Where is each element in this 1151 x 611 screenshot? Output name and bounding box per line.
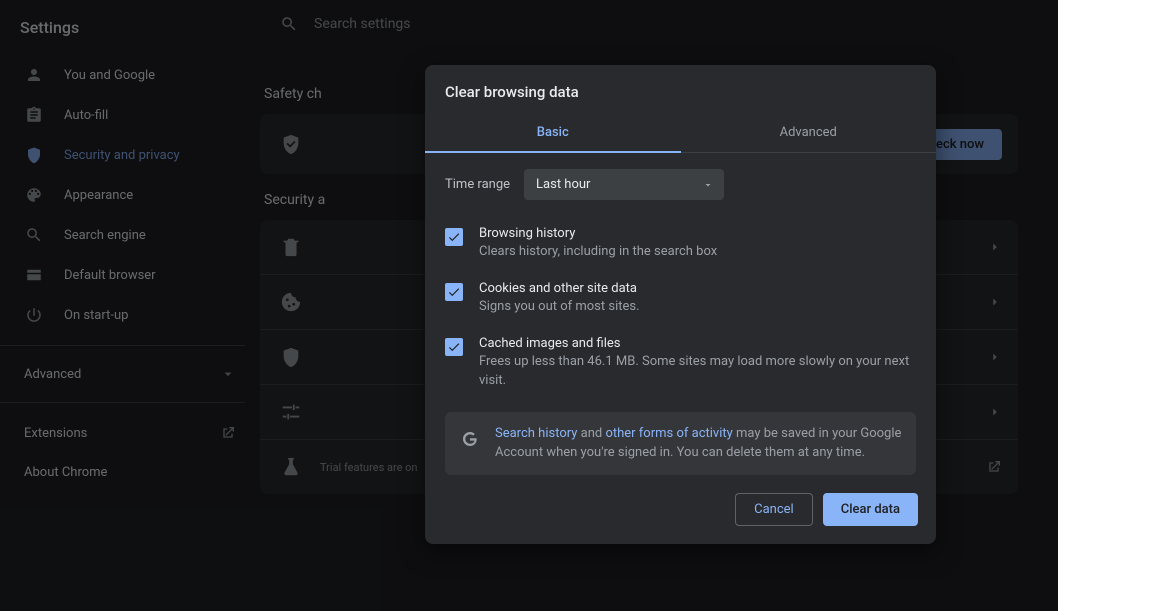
checkbox-subtitle: Clears history, including in the search … [479, 243, 717, 261]
checkbox-text: Cookies and other site data Signs you ou… [479, 281, 640, 316]
cancel-button[interactable]: Cancel [735, 493, 813, 526]
checkbox-text: Cached images and files Frees up less th… [479, 336, 916, 389]
info-mid: and [577, 426, 605, 441]
dialog-title: Clear browsing data [425, 65, 936, 115]
dialog-buttons: Cancel Clear data [425, 475, 936, 544]
checkbox-cached: Cached images and files Frees up less th… [445, 326, 916, 399]
checkbox-list: Browsing history Clears history, includi… [425, 210, 936, 404]
checkbox[interactable] [445, 283, 463, 301]
link-search-history[interactable]: Search history [495, 426, 577, 441]
dialog-tabs: Basic Advanced [425, 115, 936, 153]
time-range-row: Time range Last hour [425, 153, 936, 210]
info-text: Search history and other forms of activi… [495, 424, 902, 463]
time-range-select[interactable]: Last hour [524, 169, 724, 200]
tab-basic[interactable]: Basic [425, 115, 681, 152]
checkbox[interactable] [445, 338, 463, 356]
link-other-activity[interactable]: other forms of activity [605, 426, 732, 441]
checkbox-text: Browsing history Clears history, includi… [479, 226, 717, 261]
checkbox-title: Cookies and other site data [479, 281, 640, 296]
checkbox-title: Cached images and files [479, 336, 916, 351]
checkbox-cookies: Cookies and other site data Signs you ou… [445, 271, 916, 326]
time-range-value: Last hour [536, 177, 590, 192]
checkbox-subtitle: Frees up less than 46.1 MB. Some sites m… [479, 353, 916, 389]
clear-data-button[interactable]: Clear data [823, 493, 918, 526]
time-range-label: Time range [445, 177, 510, 192]
checkbox-subtitle: Signs you out of most sites. [479, 298, 640, 316]
checkbox-browsing-history: Browsing history Clears history, includi… [445, 216, 916, 271]
google-icon [459, 428, 481, 450]
checkbox[interactable] [445, 228, 463, 246]
google-account-info: Search history and other forms of activi… [445, 412, 916, 475]
tab-advanced[interactable]: Advanced [681, 115, 937, 152]
dropdown-arrow-icon [702, 179, 714, 191]
clear-browsing-data-dialog: Clear browsing data Basic Advanced Time … [425, 65, 936, 544]
checkbox-title: Browsing history [479, 226, 717, 241]
